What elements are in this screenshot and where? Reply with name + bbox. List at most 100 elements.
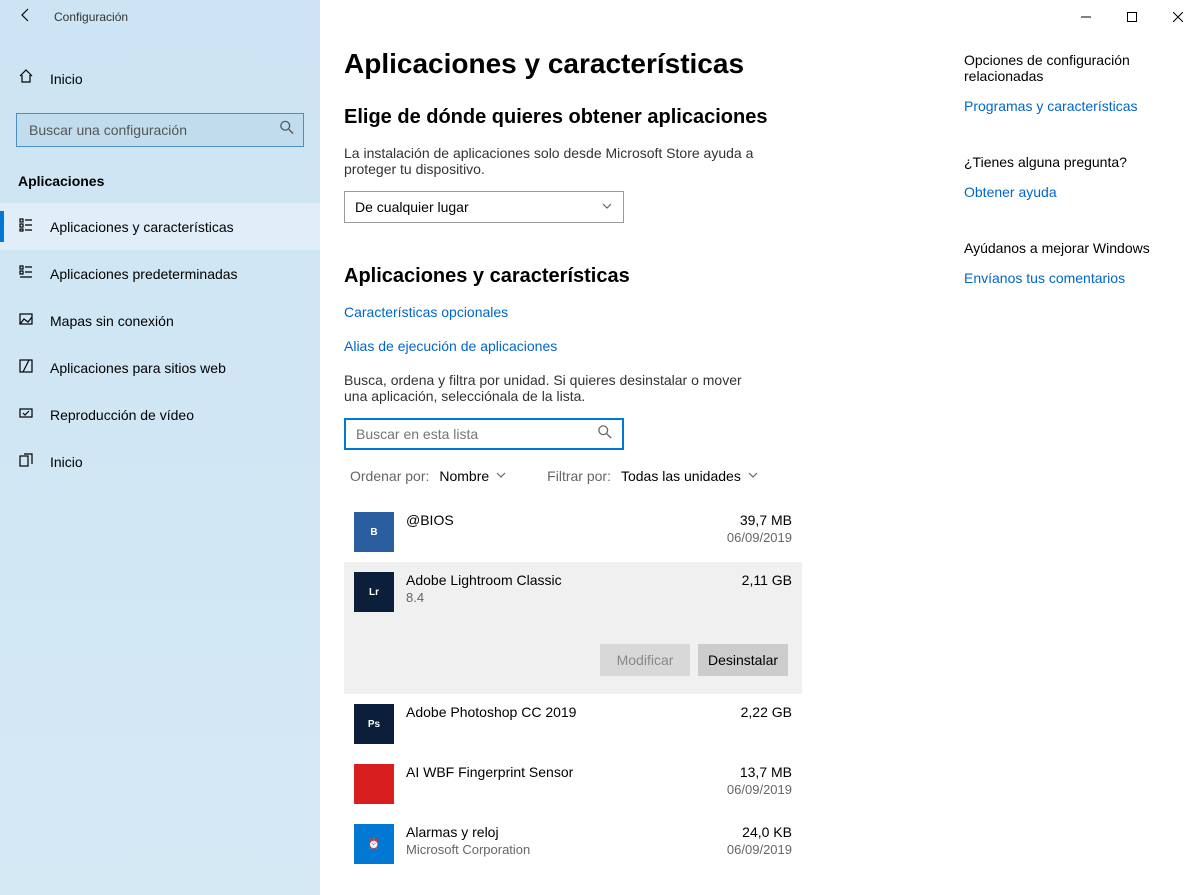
sidebar: Configuración Inicio Aplicaciones Aplica… <box>0 0 320 895</box>
app-item[interactable]: Lr Adobe Lightroom Classic 2,11 GB 8.4 Modif… <box>344 562 802 694</box>
maximize-button[interactable] <box>1109 1 1155 33</box>
uninstall-button[interactable]: Desinstalar <box>698 644 788 676</box>
close-button[interactable] <box>1155 1 1201 33</box>
chevron-down-icon <box>495 468 507 484</box>
section-header: Aplicaciones <box>0 147 320 203</box>
app-icon: B <box>354 512 394 552</box>
feedback-link[interactable]: Envíanos tus comentarios <box>964 270 1177 286</box>
app-date: 06/09/2019 <box>727 842 792 857</box>
section1-heading: Elige de dónde quieres obtener aplicacio… <box>344 106 924 129</box>
page-title: Aplicaciones y características <box>344 48 924 80</box>
app-size: 24,0 KB <box>742 824 792 840</box>
nav-list: Aplicaciones y características Aplicacion… <box>0 203 320 485</box>
list-search[interactable] <box>344 418 624 450</box>
minimize-button[interactable] <box>1063 1 1109 33</box>
nav-item[interactable]: Aplicaciones y características <box>0 203 320 250</box>
main: Aplicaciones y características Elige de … <box>320 0 1201 895</box>
nav-icon <box>18 264 34 283</box>
nav-label: Aplicaciones para sitios web <box>50 360 226 376</box>
nav-label: Inicio <box>50 454 83 470</box>
app-size: 2,22 GB <box>741 704 792 720</box>
app-publisher: 8.4 <box>406 590 424 605</box>
app-icon: ⏰ <box>354 824 394 864</box>
app-name: Adobe Lightroom Classic <box>406 572 562 588</box>
nav-icon <box>18 311 34 330</box>
filter-label: Filtrar por: <box>547 468 611 484</box>
section2-heading: Aplicaciones y características <box>344 265 924 288</box>
app-date: 06/09/2019 <box>727 530 792 545</box>
app-size: 2,11 GB <box>742 572 792 588</box>
sort-value: Nombre <box>439 468 489 484</box>
home-icon <box>18 68 34 89</box>
back-icon[interactable] <box>18 7 34 28</box>
nav-item[interactable]: Aplicaciones para sitios web <box>0 344 320 391</box>
search-icon <box>598 425 612 444</box>
app-icon: Lr <box>354 572 394 612</box>
nav-label: Aplicaciones predeterminadas <box>50 266 238 282</box>
sort-selector[interactable]: Ordenar por: Nombre <box>350 468 507 484</box>
get-help-link[interactable]: Obtener ayuda <box>964 184 1177 200</box>
source-dropdown[interactable]: De cualquier lugar <box>344 191 624 223</box>
app-info: Adobe Lightroom Classic 2,11 GB 8.4 <box>406 572 792 612</box>
nav-label: Reproducción de vídeo <box>50 407 194 423</box>
list-search-input[interactable] <box>356 426 598 442</box>
app-item[interactable]: ⏰ Alarmas y reloj 24,0 KB Microsoft Corpora… <box>344 814 802 874</box>
programs-features-link[interactable]: Programas y características <box>964 98 1177 114</box>
app-name: Adobe Photoshop CC 2019 <box>406 704 576 720</box>
app-name: @BIOS <box>406 512 454 528</box>
sort-label: Ordenar por: <box>350 468 429 484</box>
app-name: Alarmas y reloj <box>406 824 499 840</box>
search-wrap <box>16 113 304 147</box>
nav-icon <box>18 452 34 471</box>
exec-aliases-link[interactable]: Alias de ejecución de aplicaciones <box>344 338 924 354</box>
nav-icon <box>18 358 34 377</box>
sort-filter-row: Ordenar por: Nombre Filtrar por: Todas l… <box>344 468 924 484</box>
related-heading: Opciones de configuración relacionadas <box>964 52 1177 84</box>
nav-icon <box>18 217 34 236</box>
chevron-down-icon <box>601 199 613 215</box>
nav-label: Aplicaciones y características <box>50 219 234 235</box>
nav-item[interactable]: Aplicaciones predeterminadas <box>0 250 320 297</box>
nav-icon <box>18 405 34 424</box>
app-size: 39,7 MB <box>740 512 792 528</box>
app-info: Alarmas y reloj 24,0 KB Microsoft Corporat… <box>406 824 792 864</box>
nav-item[interactable]: Mapas sin conexión <box>0 297 320 344</box>
home-label: Inicio <box>50 71 83 87</box>
app-info: Adobe Photoshop CC 2019 2,22 GB <box>406 704 792 744</box>
app-info: AI WBF Fingerprint Sensor 13,7 MB 06/09/20… <box>406 764 792 804</box>
nav-label: Mapas sin conexión <box>50 313 174 329</box>
nav-item[interactable]: Reproducción de vídeo <box>0 391 320 438</box>
section2-text: Busca, ordena y filtra por unidad. Si qu… <box>344 372 764 404</box>
chevron-down-icon <box>747 468 759 484</box>
titlebar-right <box>320 0 1201 34</box>
app-item[interactable]: Ps Adobe Photoshop CC 2019 2,22 GB <box>344 694 802 754</box>
modify-button: Modificar <box>600 644 690 676</box>
filter-selector[interactable]: Filtrar por: Todas las unidades <box>547 468 759 484</box>
app-item[interactable]: AI WBF Fingerprint Sensor 13,7 MB 06/09/20… <box>344 754 802 814</box>
app-icon <box>354 764 394 804</box>
search-input[interactable] <box>16 113 304 147</box>
nav-item[interactable]: Inicio <box>0 438 320 485</box>
app-item[interactable]: B @BIOS 39,7 MB 06/09/2019 <box>344 502 802 562</box>
app-info: @BIOS 39,7 MB 06/09/2019 <box>406 512 792 552</box>
app-date: 06/09/2019 <box>727 782 792 797</box>
optional-features-link[interactable]: Características opcionales <box>344 304 924 320</box>
content-area: Aplicaciones y características Elige de … <box>320 34 1201 895</box>
dropdown-value: De cualquier lugar <box>355 199 469 215</box>
window-title: Configuración <box>54 10 128 24</box>
side-panel: Opciones de configuración relacionadas P… <box>964 48 1177 895</box>
question-heading: ¿Tienes alguna pregunta? <box>964 154 1177 170</box>
improve-heading: Ayúdanos a mejorar Windows <box>964 240 1177 256</box>
filter-value: Todas las unidades <box>621 468 741 484</box>
app-publisher: Microsoft Corporation <box>406 842 530 857</box>
app-name: AI WBF Fingerprint Sensor <box>406 764 573 780</box>
app-icon: Ps <box>354 704 394 744</box>
app-buttons: ModificarDesinstalar <box>354 644 792 684</box>
home-nav[interactable]: Inicio <box>0 56 320 101</box>
app-size: 13,7 MB <box>740 764 792 780</box>
search-icon <box>280 121 294 140</box>
app-list: B @BIOS 39,7 MB 06/09/2019 Lr Adobe Lightroom… <box>344 502 802 874</box>
titlebar-left: Configuración <box>0 0 320 34</box>
section1-text: La instalación de aplicaciones solo desd… <box>344 145 764 177</box>
content-main: Aplicaciones y características Elige de … <box>344 48 924 895</box>
